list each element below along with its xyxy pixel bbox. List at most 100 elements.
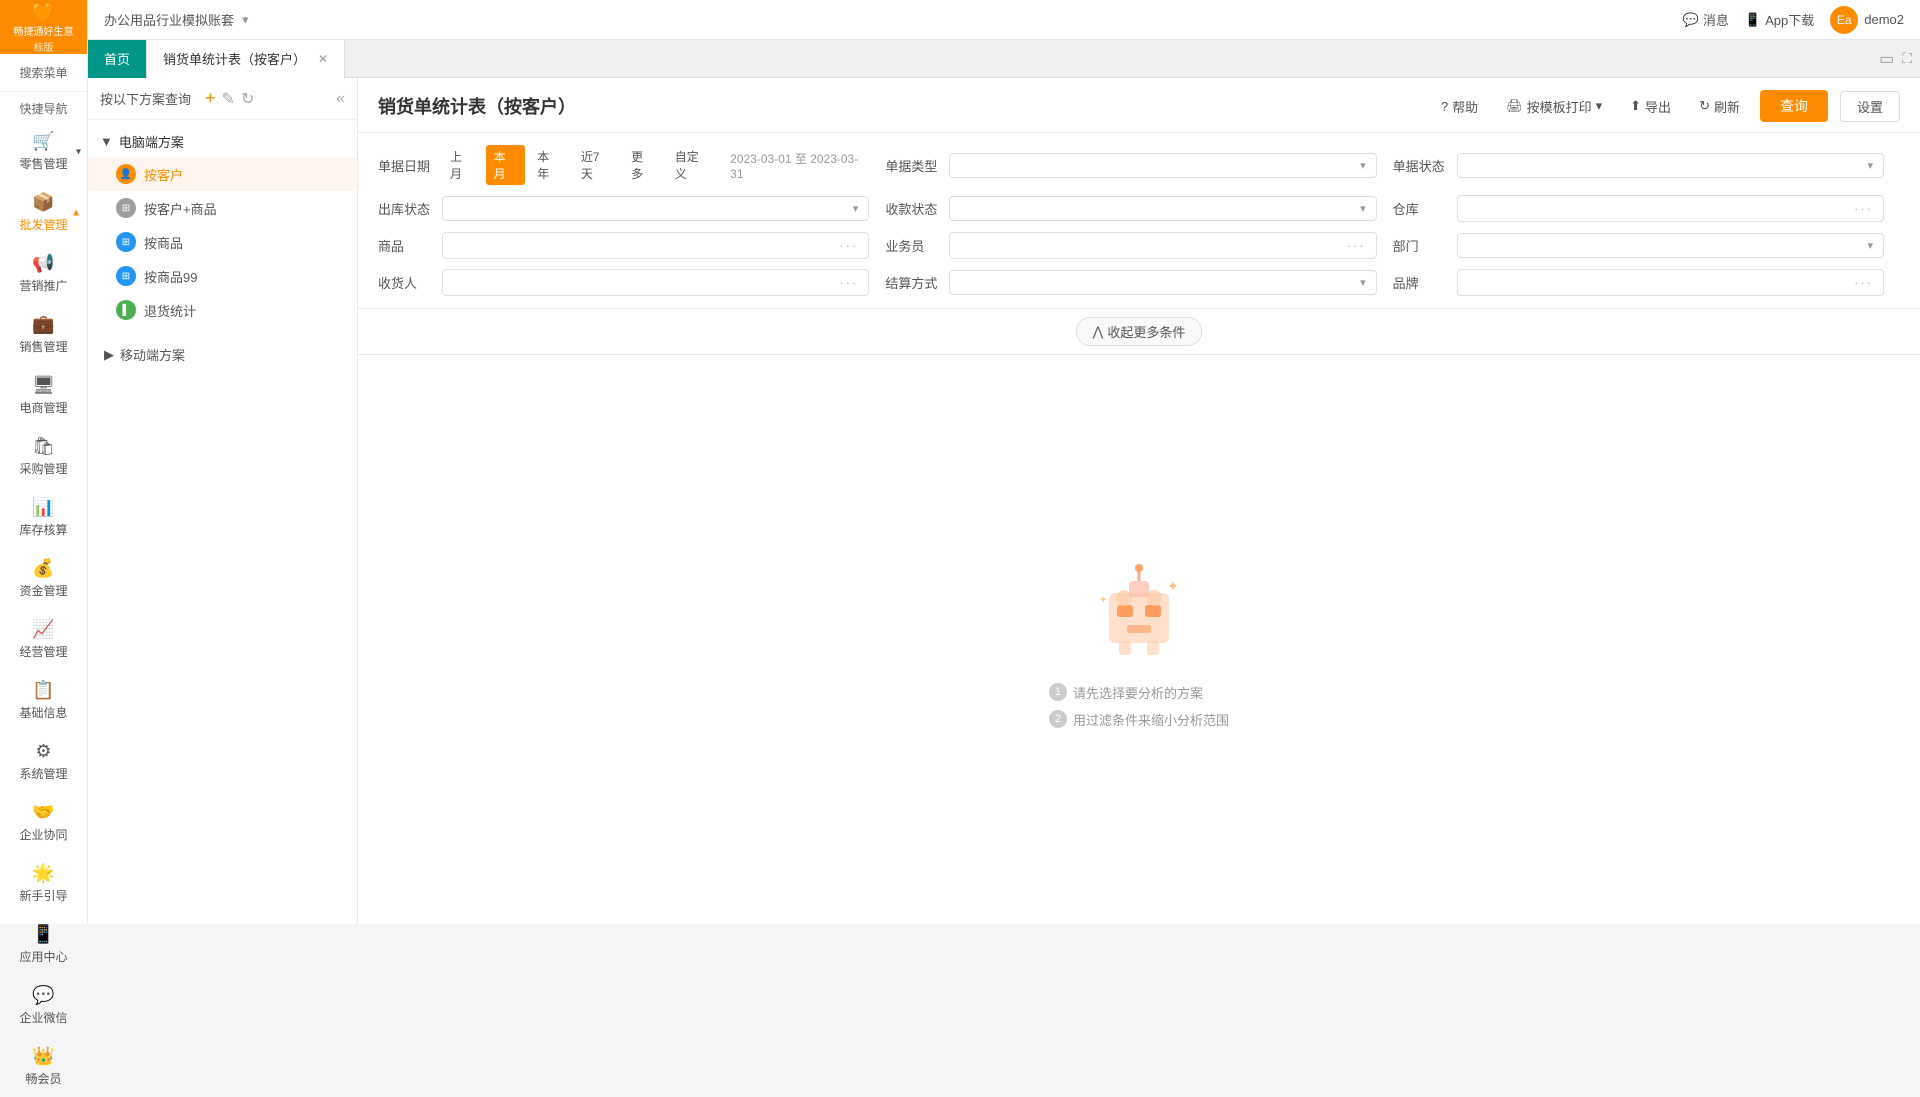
dept-label: 部门	[1393, 236, 1449, 255]
sidebar-item-purchase[interactable]: 🛍 采购管理	[0, 426, 87, 487]
by-product-label: 按商品	[144, 233, 183, 252]
svg-text:✦: ✦	[1099, 595, 1107, 606]
dropdown-icon[interactable]: ▾	[242, 12, 249, 28]
header-right: 💬 消息 📱 App下载 Ea demo2	[1683, 6, 1904, 34]
refresh-btn[interactable]: ↻ 刷新	[1691, 93, 1748, 120]
refresh-scheme-btn[interactable]: ↻	[241, 89, 254, 109]
dept-input[interactable]: ▾	[1457, 233, 1884, 258]
tab-close-icon[interactable]: ✕	[318, 52, 328, 66]
inventory-icon: 📊	[32, 497, 54, 518]
sidebar-item-newbie[interactable]: 🌟 新手引导	[0, 853, 87, 914]
message-btn[interactable]: 💬 消息	[1683, 10, 1729, 29]
print-btn[interactable]: 🖨 按模板打印 ▾	[1498, 93, 1610, 120]
industry-title: 办公用品行业模拟账套	[104, 10, 234, 29]
tree-item-by-product99[interactable]: ⊞ 按商品99	[88, 259, 357, 293]
sidebar-item-wholesale[interactable]: 📦 批发管理 ▲	[0, 182, 87, 243]
sidebar-search[interactable]: 搜索菜单	[0, 54, 87, 92]
export-btn[interactable]: ⬆ 导出	[1622, 93, 1679, 120]
tree-item-return-stat[interactable]: ▌ 退货统计	[88, 293, 357, 327]
date-tab-7days[interactable]: 近7天	[573, 145, 619, 185]
sidebar-item-ecommerce[interactable]: 🖥 电商管理	[0, 365, 87, 426]
operation-icon: 📈	[32, 619, 54, 640]
dept-arrow: ▾	[1867, 239, 1873, 252]
tree-item-by-customer[interactable]: 👤 按客户	[88, 157, 357, 191]
tab-minimize-icon[interactable]: ▭	[1879, 49, 1894, 69]
doc-status-arrow: ▾	[1867, 159, 1873, 172]
date-tab-last-month[interactable]: 上月	[442, 145, 482, 185]
consignee-label: 收货人	[378, 273, 434, 292]
date-tab-more[interactable]: 更多	[623, 145, 663, 185]
settings-btn[interactable]: 设置	[1840, 91, 1900, 122]
pc-section: ▼ 电脑端方案 👤 按客户 ⊞ 按客户+商品 ⊞ 按商品 ⊞ 按商品99	[88, 120, 357, 333]
sidebar-item-member[interactable]: 👑 畅会员	[0, 1036, 87, 1097]
sidebar-item-retail[interactable]: 🛒 零售管理 ▾	[0, 121, 87, 182]
sidebar-item-inventory[interactable]: 📊 库存核算	[0, 487, 87, 548]
mobile-section-header[interactable]: ▶ 移动端方案	[88, 339, 357, 370]
doc-type-label: 单据类型	[885, 156, 941, 175]
product-input[interactable]: ···	[442, 232, 869, 259]
tree-item-by-product[interactable]: ⊞ 按商品	[88, 225, 357, 259]
filter-row-2: 出库状态 ▾ 收款状态 ▾ 仓库 ···	[378, 195, 1900, 222]
payment-input[interactable]: ▾	[949, 270, 1376, 295]
sidebar-item-wechat[interactable]: 💬 企业微信	[0, 975, 87, 1036]
edit-scheme-btn[interactable]: ✎	[222, 89, 235, 109]
tree-item-by-customer-product[interactable]: ⊞ 按客户+商品	[88, 191, 357, 225]
mobile-section-label: 移动端方案	[120, 345, 185, 364]
collapse-bar: ⋀ 收起更多条件	[358, 309, 1920, 355]
out-status-input[interactable]: ▾	[442, 196, 869, 221]
page-actions: ? 帮助 🖨 按模板打印 ▾ ⬆ 导出 ↻ 刷新	[1433, 90, 1900, 122]
by-product99-label: 按商品99	[144, 267, 197, 286]
tab-sales-stat[interactable]: 销货单统计表（按客户） ✕	[147, 40, 345, 78]
sidebar-item-basic[interactable]: 📋 基础信息	[0, 670, 87, 731]
app-download-btn[interactable]: 📱 App下载	[1745, 10, 1814, 29]
filter-doc-type: 单据类型 ▾	[885, 153, 1392, 178]
wholesale-expand-icon: ▲	[71, 207, 81, 218]
sidebar-nav-label[interactable]: 快捷导航	[0, 92, 87, 121]
doc-status-input[interactable]: ▾	[1457, 153, 1884, 178]
collapse-more-btn[interactable]: ⋀ 收起更多条件	[1076, 317, 1203, 346]
salesperson-label: 业务员	[885, 236, 941, 255]
query-btn[interactable]: 查询	[1760, 90, 1828, 122]
pc-section-header[interactable]: ▼ 电脑端方案	[88, 126, 357, 157]
brand-label: 品牌	[1393, 273, 1449, 292]
finance-icon: 💰	[32, 558, 54, 579]
warehouse-input[interactable]: ···	[1457, 195, 1884, 222]
user-menu[interactable]: Ea demo2	[1830, 6, 1904, 34]
warehouse-dots: ···	[1854, 201, 1873, 216]
ecommerce-icon: 🖥	[32, 375, 55, 396]
receipt-status-input[interactable]: ▾	[949, 196, 1376, 221]
sidebar-item-marketing[interactable]: 📢 营销推广	[0, 243, 87, 304]
collapse-panel-btn[interactable]: «	[336, 90, 345, 108]
sidebar-item-system[interactable]: ⚙ 系统管理	[0, 731, 87, 792]
logo-text: 畅捷通好生意	[14, 27, 74, 39]
print-dropdown-icon: ▾	[1596, 98, 1603, 114]
sidebar-item-sales[interactable]: 💼 销售管理	[0, 304, 87, 365]
sales-stat-tab-label: 销货单统计表（按客户）	[163, 49, 306, 68]
sidebar-item-operation[interactable]: 📈 经营管理	[0, 609, 87, 670]
help-btn[interactable]: ? 帮助	[1433, 93, 1486, 120]
filter-payment: 结算方式 ▾	[885, 270, 1392, 295]
date-tab-this-month[interactable]: 本月	[486, 145, 526, 185]
tab-home[interactable]: 首页	[88, 40, 147, 78]
basic-icon: 📋	[32, 680, 54, 701]
app-logo[interactable]: 🧡 畅捷通好生意 标版	[0, 0, 87, 54]
refresh-icon: ↻	[1699, 98, 1710, 114]
newbie-icon: 🌟	[32, 863, 54, 884]
sidebar-item-appcenter[interactable]: 📱 应用中心	[0, 914, 87, 975]
return-stat-icon: ▌	[116, 300, 136, 320]
date-tab-custom[interactable]: 自定义	[667, 145, 718, 185]
consignee-input[interactable]: ···	[442, 269, 869, 296]
brand-input[interactable]: ···	[1457, 269, 1884, 296]
date-tab-this-year[interactable]: 本年	[529, 145, 569, 185]
purchase-icon: 🛍	[32, 436, 55, 457]
payment-arrow: ▾	[1360, 276, 1366, 289]
logo-sub: 标版	[34, 39, 54, 54]
salesperson-input[interactable]: ···	[949, 232, 1376, 259]
sales-icon: 💼	[32, 314, 54, 335]
sidebar-item-corp[interactable]: 🤝 企业协同	[0, 792, 87, 853]
doc-type-input[interactable]: ▾	[949, 153, 1376, 178]
return-stat-label: 退货统计	[144, 301, 196, 320]
tab-maximize-icon[interactable]: ⛶	[1902, 50, 1912, 67]
sidebar-item-finance[interactable]: 💰 资金管理	[0, 548, 87, 609]
add-scheme-btn[interactable]: +	[205, 88, 216, 109]
